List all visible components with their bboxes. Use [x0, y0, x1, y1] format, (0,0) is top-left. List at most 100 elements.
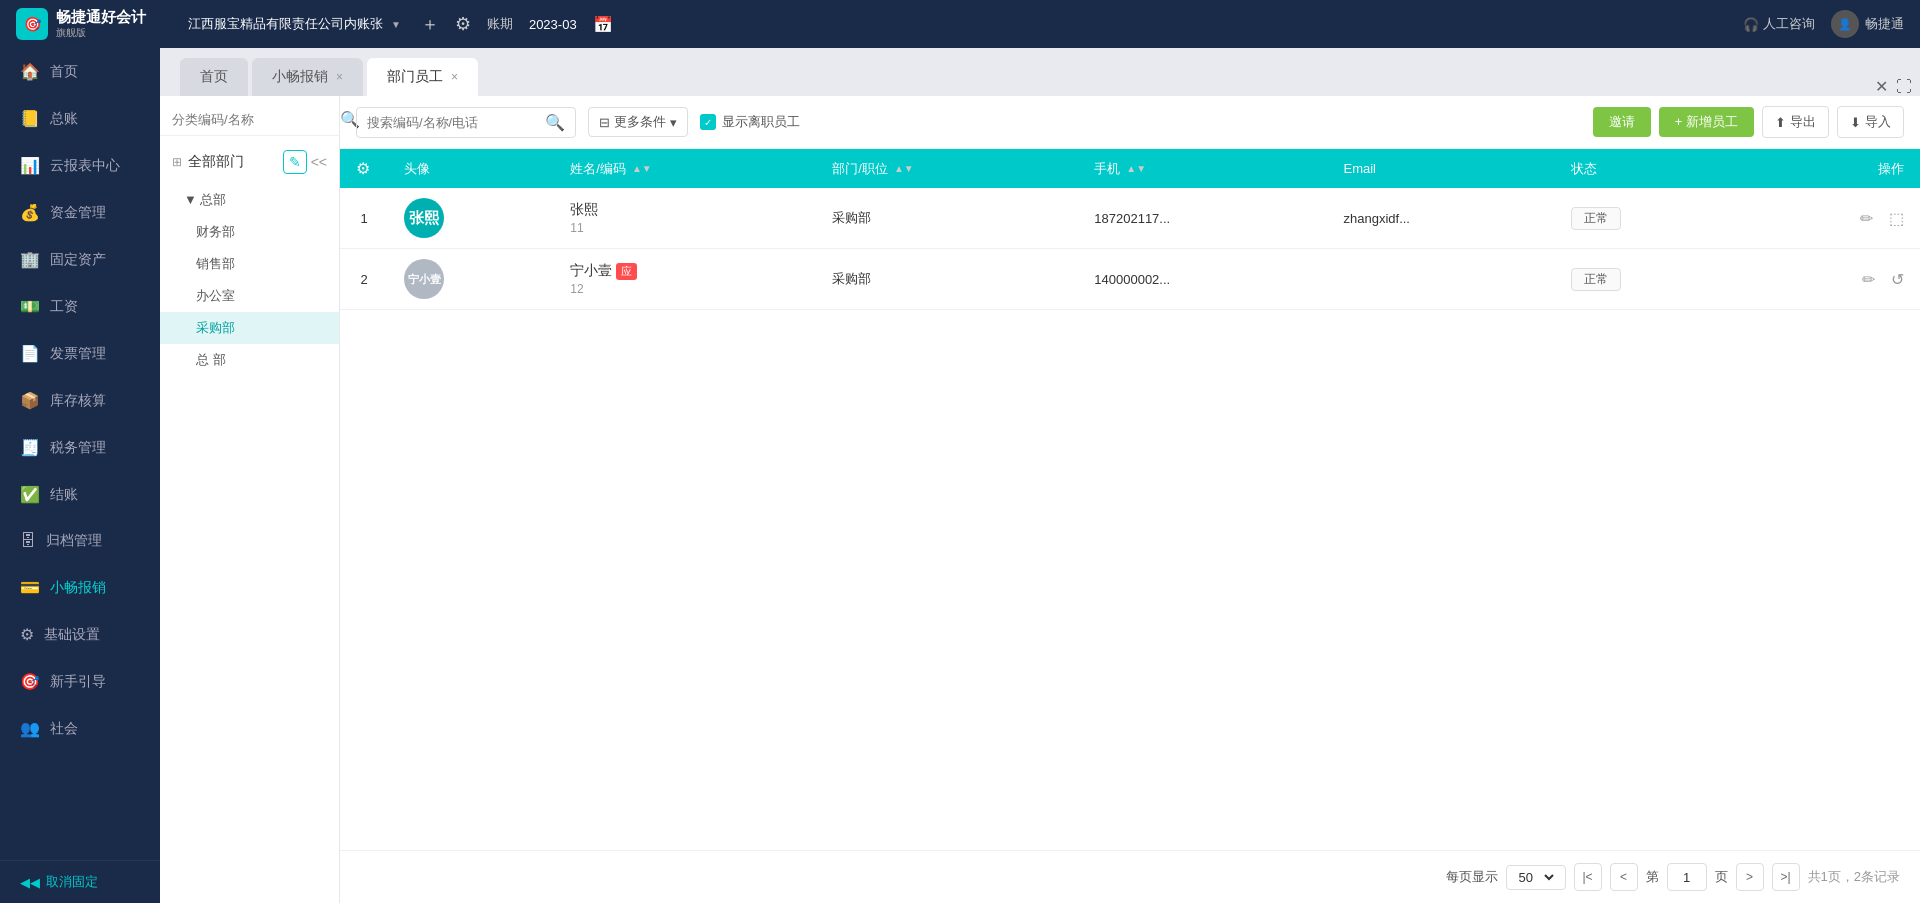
show-resigned-checkbox[interactable]: ✓	[700, 114, 716, 130]
user-info[interactable]: 👤 畅捷通	[1831, 10, 1904, 38]
add-employee-button[interactable]: + 新增员工	[1659, 107, 1754, 137]
more-filter-button[interactable]: ⊟ 更多条件 ▾	[588, 107, 688, 137]
logo-area: 🎯 畅捷通好会计 旗舰版	[16, 8, 176, 40]
user-name: 畅捷通	[1865, 15, 1904, 33]
tab-employee-label: 部门员工	[387, 68, 443, 86]
dept-search-input[interactable]	[172, 112, 340, 127]
export-label: 导出	[1790, 113, 1816, 131]
sidebar-item-inventory[interactable]: 📦 库存核算	[0, 377, 160, 424]
sidebar-item-expense[interactable]: 💳 小畅报销	[0, 564, 160, 611]
salary-icon: 💵	[20, 297, 40, 316]
sidebar-item-archive[interactable]: 🗄 归档管理	[0, 518, 160, 564]
expense-icon: 💳	[20, 578, 40, 597]
next-page-button[interactable]: >	[1736, 863, 1764, 891]
row2-name-cell: 宁小壹 应 12	[554, 249, 816, 310]
company-selector[interactable]: 江西服宝精品有限责任公司内账张 ▼	[176, 15, 413, 33]
row2-delete-button[interactable]: ↺	[1891, 270, 1904, 289]
row1-actions: ✏ ⬚	[1744, 188, 1920, 249]
dept-item-sales[interactable]: 销售部	[160, 248, 339, 280]
logo-icon: 🎯	[16, 8, 48, 40]
add-dept-button[interactable]: ✎	[283, 150, 307, 174]
sidebar-item-settings[interactable]: ⚙ 基础设置	[0, 611, 160, 658]
import-button[interactable]: ⬇ 导入	[1837, 106, 1904, 138]
sidebar-item-ledger[interactable]: 📒 总账	[0, 95, 160, 142]
inventory-icon: 📦	[20, 391, 40, 410]
employee-search-input[interactable]	[367, 115, 539, 130]
tab-close-all-button[interactable]: ✕	[1875, 77, 1888, 96]
dept-item-general[interactable]: 总 部	[160, 344, 339, 376]
dept-item-office[interactable]: 办公室	[160, 280, 339, 312]
filter-icon: ⊟	[599, 115, 610, 130]
sidebar-item-tax[interactable]: 🧾 税务管理	[0, 424, 160, 471]
tab-home[interactable]: 首页	[180, 58, 248, 96]
sidebar-label-reports: 云报表中心	[50, 157, 120, 175]
col-name[interactable]: 姓名/编码 ▲▼	[554, 149, 816, 188]
department-sidebar: 🔍 ⊞ 全部部门 ✎ << ▼ 总部 财务部	[160, 96, 340, 903]
row1-logout-button[interactable]: ⬚	[1889, 209, 1904, 228]
row2-actions: ✏ ↺	[1744, 249, 1920, 310]
tab-expense[interactable]: 小畅报销 ×	[252, 58, 363, 96]
page-number-input[interactable]	[1667, 863, 1707, 891]
tab-employee-close[interactable]: ×	[451, 70, 458, 84]
dept-item-finance[interactable]: 财务部	[160, 216, 339, 248]
cancel-pin-button[interactable]: ◀◀ 取消固定	[0, 860, 160, 903]
row1-index: 1	[340, 188, 388, 249]
col-phone[interactable]: 手机 ▲▼	[1078, 149, 1327, 188]
sidebar-item-salary[interactable]: 💵 工资	[0, 283, 160, 330]
col-action: 操作	[1744, 149, 1920, 188]
row2-edit-button[interactable]: ✏	[1862, 270, 1875, 289]
dept-group-zongbu[interactable]: ▼ 总部	[160, 184, 339, 216]
row2-avatar: 宁小壹	[404, 259, 444, 299]
table-row: 2 宁小壹 宁小壹 应	[340, 249, 1920, 310]
sidebar-label-expense: 小畅报销	[50, 579, 106, 597]
col-dept[interactable]: 部门/职位 ▲▼	[816, 149, 1078, 188]
sidebar-item-assets[interactable]: 🏢 固定资产	[0, 236, 160, 283]
sidebar-label-archive: 归档管理	[46, 532, 102, 550]
avatar: 👤	[1831, 10, 1859, 38]
sidebar-item-guide[interactable]: 🎯 新手引导	[0, 658, 160, 705]
row1-avatar: 张熙	[404, 198, 444, 238]
total-info: 共1页，2条记录	[1808, 868, 1900, 886]
collapse-dept-button[interactable]: <<	[311, 154, 327, 170]
export-button[interactable]: ⬆ 导出	[1762, 106, 1829, 138]
tab-maximize-button[interactable]: ⛶	[1896, 78, 1912, 96]
row1-email: zhangxidf...	[1328, 188, 1556, 249]
row1-avatar-cell: 张熙	[388, 188, 554, 249]
last-page-button[interactable]: >|	[1772, 863, 1800, 891]
first-page-button[interactable]: |<	[1574, 863, 1602, 891]
table-row: 1 张熙 张熙 11	[340, 188, 1920, 249]
row1-edit-button[interactable]: ✏	[1860, 209, 1873, 228]
table-settings-button[interactable]: ⚙	[356, 159, 370, 178]
settings-button[interactable]: ⚙	[455, 13, 471, 35]
invite-button[interactable]: 邀请	[1593, 107, 1651, 137]
sidebar-item-invoice[interactable]: 📄 发票管理	[0, 330, 160, 377]
row2-avatar-cell: 宁小壹	[388, 249, 554, 310]
calendar-icon[interactable]: 📅	[593, 15, 613, 34]
sidebar-item-funds[interactable]: 💰 资金管理	[0, 189, 160, 236]
sidebar-item-social[interactable]: 👥 社会	[0, 705, 160, 752]
sidebar-item-settlement[interactable]: ✅ 结账	[0, 471, 160, 518]
dept-item-purchasing[interactable]: 采购部	[160, 312, 339, 344]
service-label: 人工咨询	[1763, 15, 1815, 33]
pin-icon: ◀◀	[20, 875, 40, 890]
show-resigned-checkbox-area[interactable]: ✓ 显示离职员工	[700, 113, 800, 131]
sidebar-item-reports[interactable]: 📊 云报表中心	[0, 142, 160, 189]
sidebar-item-home[interactable]: 🏠 首页	[0, 48, 160, 95]
row2-tag: 应	[616, 263, 637, 280]
col-status: 状态	[1555, 149, 1744, 188]
col-avatar: 头像	[388, 149, 554, 188]
tab-employee[interactable]: 部门员工 ×	[367, 58, 478, 96]
cancel-pin-label: 取消固定	[46, 873, 98, 891]
prev-page-button[interactable]: <	[1610, 863, 1638, 891]
per-page-select[interactable]: 50 10 20 100	[1515, 869, 1557, 886]
service-button[interactable]: 🎧 人工咨询	[1743, 15, 1815, 33]
add-tab-button[interactable]: ＋	[421, 12, 439, 36]
funds-icon: 💰	[20, 203, 40, 222]
sidebar-label-inventory: 库存核算	[50, 392, 106, 410]
row2-dept: 采购部	[816, 249, 1078, 310]
settlement-icon: ✅	[20, 485, 40, 504]
period-value: 2023-03	[529, 17, 577, 32]
row1-code: 11	[570, 221, 800, 235]
tab-expense-close[interactable]: ×	[336, 70, 343, 84]
col-dept-sort-icon: ▲▼	[894, 163, 914, 174]
